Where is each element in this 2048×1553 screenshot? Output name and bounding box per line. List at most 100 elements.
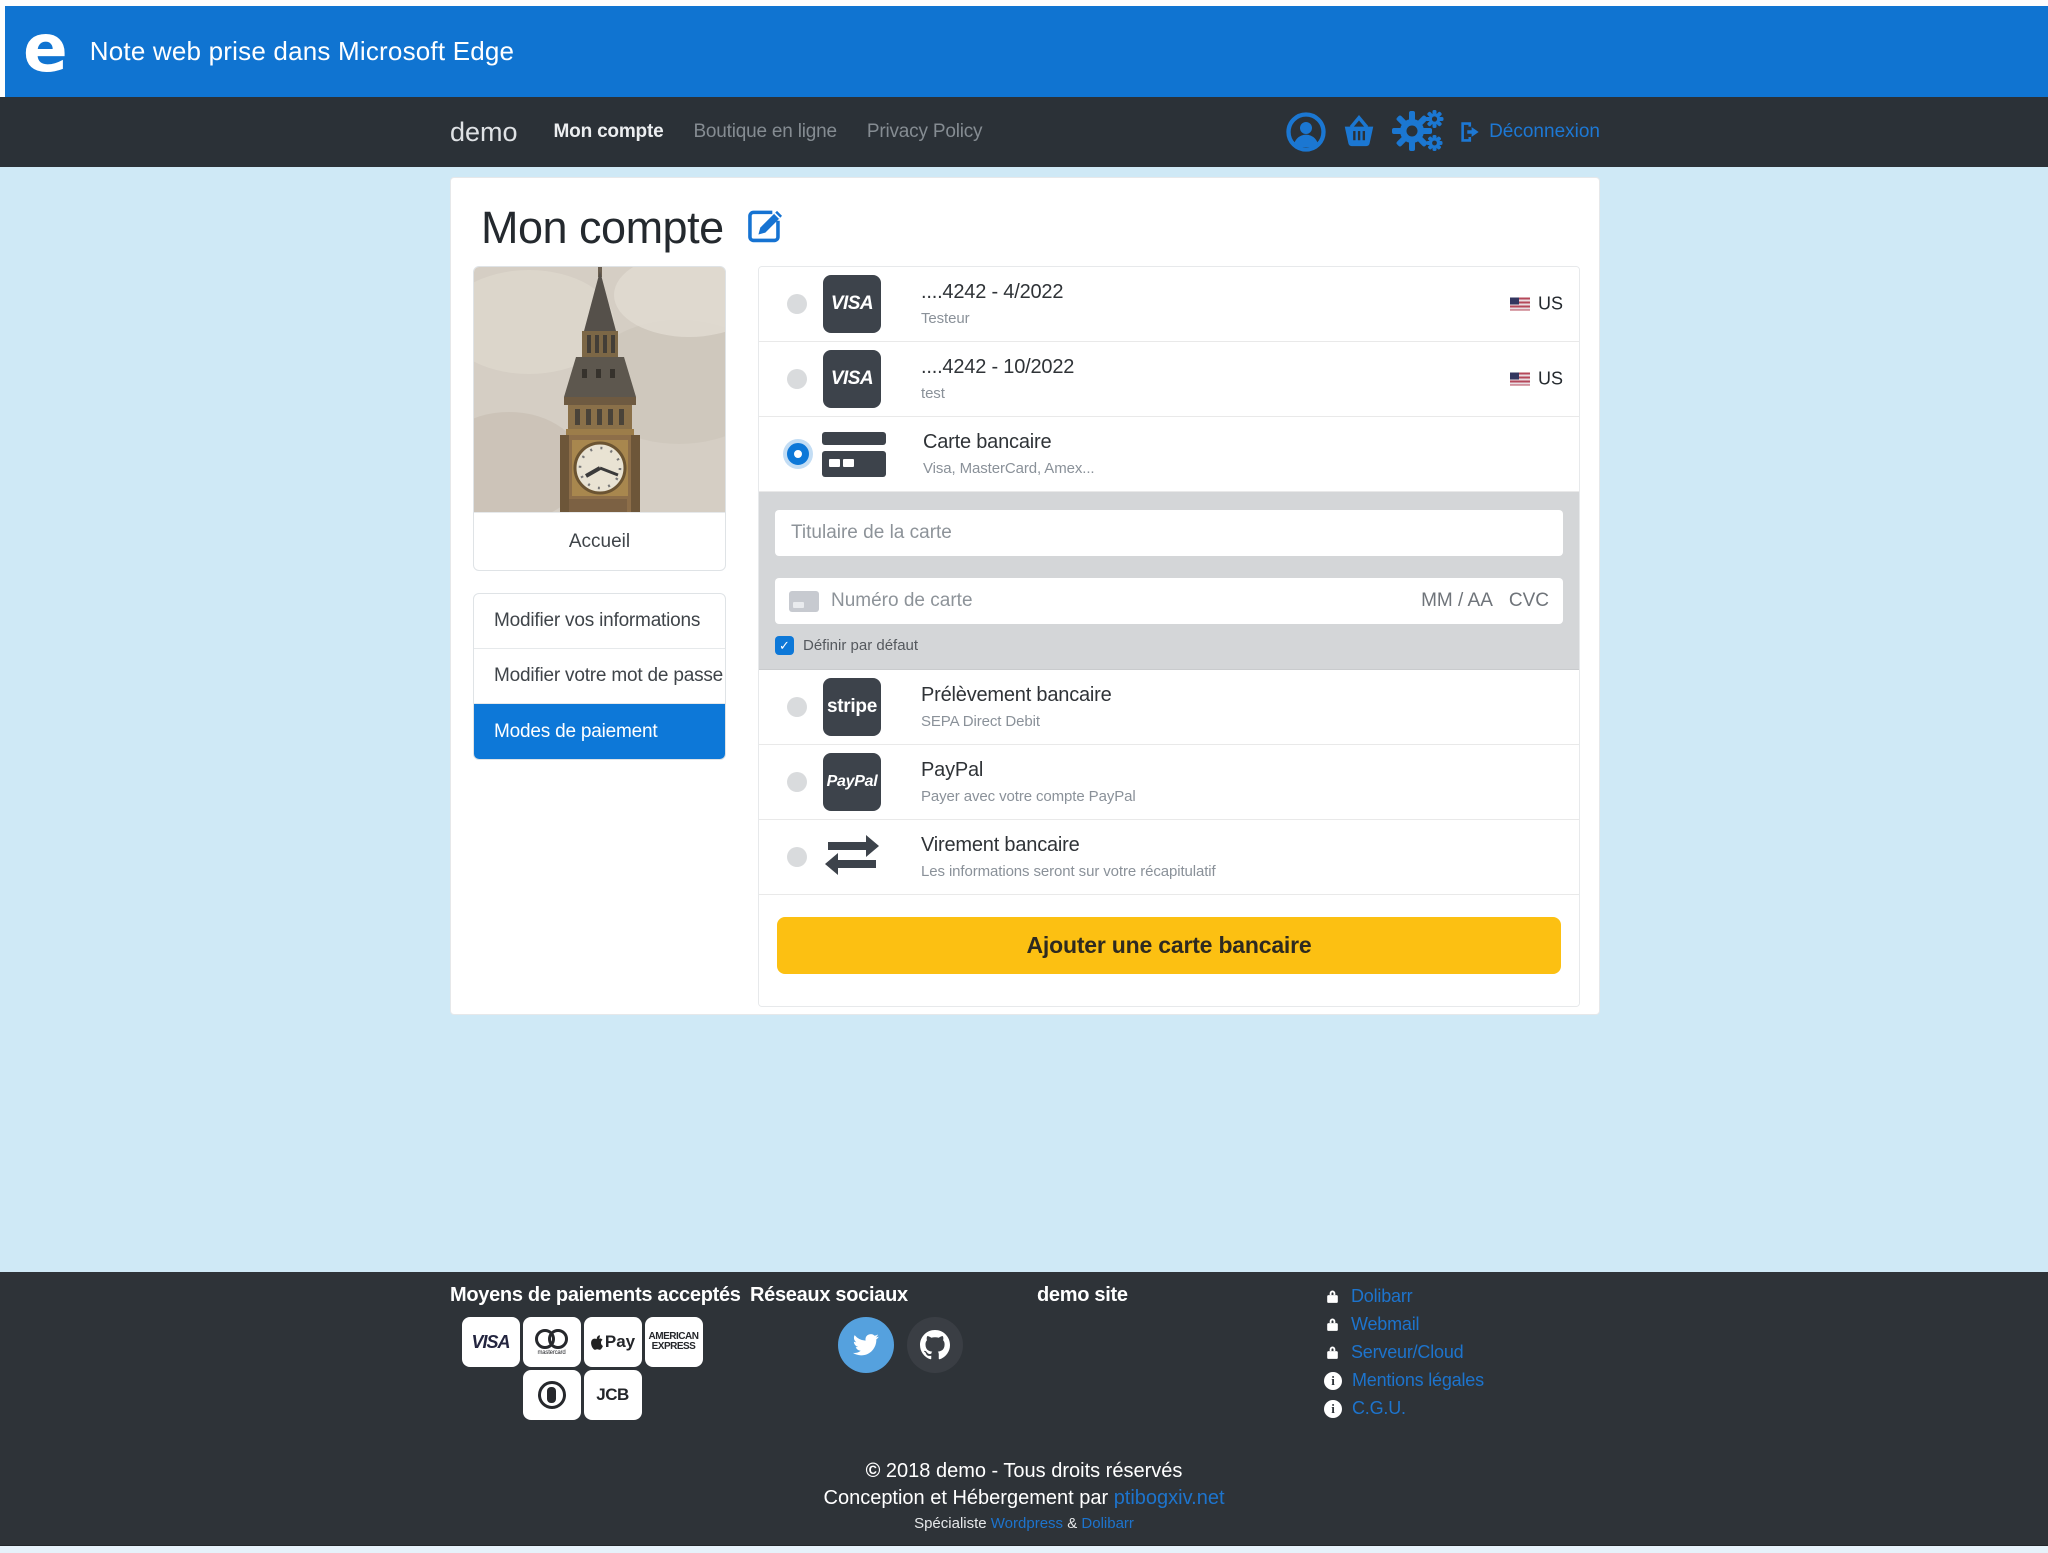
- method-title: Carte bancaire: [923, 431, 1052, 453]
- footer-links-col: Dolibarr Webmail Serveur/Cloud i Mention…: [1324, 1286, 1600, 1426]
- diners-chip-icon: [522, 1370, 581, 1420]
- lock-icon: [1327, 1346, 1338, 1359]
- info-icon: i: [1324, 1371, 1342, 1390]
- card-holder-input[interactable]: [775, 510, 1563, 556]
- add-card-button[interactable]: Ajouter une carte bancaire: [777, 917, 1561, 974]
- card-title: ....4242 - 10/2022: [921, 356, 1075, 378]
- site-nav: demo Mon compte Boutique en ligne Privac…: [0, 97, 2048, 167]
- credit-card-icon: [822, 425, 886, 483]
- checkbox-checked-icon[interactable]: [775, 636, 794, 655]
- dolibarr-link[interactable]: Dolibarr: [1081, 1515, 1134, 1532]
- card-input-icon: [789, 590, 819, 612]
- payment-row-sepa[interactable]: stripe Prélèvement bancaire SEPA Direct …: [759, 670, 1579, 745]
- us-flag-icon: [1509, 297, 1530, 311]
- stripe-badge-icon: stripe: [823, 678, 881, 736]
- payment-row-visa-2[interactable]: VISA ....4242 - 10/2022 test US: [759, 342, 1579, 417]
- page-background: Mon compte Accueil Modifier vos informat…: [0, 167, 2048, 1272]
- edge-banner-title: Note web prise dans Microsoft Edge: [89, 36, 515, 66]
- payment-row-paypal[interactable]: PayPal PayPal Payer avec votre compte Pa…: [759, 745, 1579, 820]
- footer-link-cgu[interactable]: i C.G.U.: [1324, 1398, 1600, 1419]
- account-menu: Modifier vos informations Modifier votre…: [473, 593, 726, 760]
- edge-logo-icon: e: [23, 9, 68, 87]
- menu-item-password[interactable]: Modifier votre mot de passe: [474, 649, 725, 704]
- card-subtitle: test: [921, 385, 945, 402]
- user-account-icon[interactable]: [1286, 112, 1326, 152]
- info-icon: i: [1324, 1399, 1342, 1418]
- nav-item-boutique[interactable]: Boutique en ligne: [693, 121, 837, 143]
- visa-badge-icon: VISA: [823, 275, 881, 333]
- jcb-chip-icon: JCB: [583, 1370, 642, 1420]
- site-footer: Moyens de paiements acceptés VISA master…: [0, 1272, 2048, 1545]
- footer-link-mentions[interactable]: i Mentions légales: [1324, 1370, 1600, 1391]
- method-subtitle: Les informations seront sur votre récapi…: [921, 863, 1216, 880]
- radio-unselected[interactable]: [787, 697, 807, 717]
- lock-icon: [1327, 1290, 1338, 1303]
- sign-out-icon: [1461, 122, 1479, 142]
- payment-row-card[interactable]: Carte bancaire Visa, MasterCard, Amex...: [759, 417, 1579, 492]
- specialist-line: Spécialiste Wordpress & Dolibarr: [914, 1515, 1134, 1532]
- menu-item-informations[interactable]: Modifier vos informations: [474, 594, 725, 649]
- radio-unselected[interactable]: [787, 772, 807, 792]
- method-subtitle: SEPA Direct Debit: [921, 713, 1040, 730]
- payment-row-visa-1[interactable]: VISA ....4242 - 4/2022 Testeur US: [759, 267, 1579, 342]
- method-subtitle: Payer avec votre compte PayPal: [921, 788, 1136, 805]
- account-sidebar: Accueil Modifier vos informations Modifi…: [473, 266, 726, 1007]
- twitter-icon[interactable]: [838, 1317, 894, 1373]
- country-code: US: [1537, 368, 1563, 389]
- footer-link-webmail[interactable]: Webmail: [1324, 1314, 1600, 1335]
- amex-chip-icon: AMERICAN EXPRESS: [644, 1317, 703, 1367]
- account-card: Mon compte Accueil Modifier vos informat…: [450, 177, 1600, 1015]
- site-brand[interactable]: demo: [450, 117, 518, 148]
- conception-line: Conception et Hébergement par ptibogxiv.…: [823, 1487, 1225, 1509]
- copyright-line: © 2018 demo - Tous droits réservés: [865, 1460, 1183, 1482]
- nav-item-privacy[interactable]: Privacy Policy: [867, 121, 983, 143]
- radio-selected[interactable]: [787, 443, 809, 465]
- apple-pay-chip-icon: Pay: [583, 1317, 642, 1367]
- card-number-field[interactable]: MM / AA CVC: [775, 578, 1563, 624]
- footer-social-title: Réseaux sociaux: [750, 1284, 908, 1306]
- card-number-input[interactable]: [831, 590, 1412, 612]
- method-title: PayPal: [921, 759, 984, 781]
- menu-item-payment-modes[interactable]: Modes de paiement: [474, 704, 725, 759]
- page-title: Mon compte: [481, 202, 724, 253]
- footer-payments-title: Moyens de paiements acceptés: [450, 1284, 741, 1306]
- default-card-label: Définir par défaut: [803, 637, 919, 654]
- edit-account-icon[interactable]: [742, 203, 788, 254]
- radio-unselected[interactable]: [787, 847, 807, 867]
- wordpress-link[interactable]: Wordpress: [991, 1515, 1063, 1532]
- logout-button[interactable]: Déconnexion: [1457, 119, 1600, 145]
- transfer-arrows-icon: [820, 833, 884, 881]
- default-card-row[interactable]: Définir par défaut: [775, 636, 1563, 655]
- card-title: ....4242 - 4/2022: [921, 281, 1064, 303]
- payment-row-transfer[interactable]: Virement bancaire Les informations seron…: [759, 820, 1579, 895]
- footer-payments-col: Moyens de paiements acceptés VISA master…: [450, 1284, 750, 1426]
- home-link[interactable]: Accueil: [474, 512, 725, 570]
- settings-gears-icon[interactable]: [1392, 109, 1444, 155]
- cvc-placeholder[interactable]: CVC: [1509, 590, 1549, 612]
- ptibogxiv-link[interactable]: ptibogxiv.net: [1114, 1487, 1225, 1509]
- footer-link-dolibarr[interactable]: Dolibarr: [1324, 1286, 1600, 1307]
- home-card[interactable]: Accueil: [473, 266, 726, 571]
- big-ben-photo: [474, 267, 725, 512]
- mastercard-chip-icon: mastercard: [522, 1317, 581, 1367]
- new-card-form: MM / AA CVC Définir par défaut: [759, 492, 1579, 670]
- method-title: Prélèvement bancaire: [921, 684, 1112, 706]
- visa-chip-icon: VISA: [461, 1317, 520, 1367]
- method-title: Virement bancaire: [921, 834, 1080, 856]
- footer-link-serveur[interactable]: Serveur/Cloud: [1324, 1342, 1600, 1363]
- us-flag-icon: [1509, 372, 1530, 386]
- country-code: US: [1537, 293, 1563, 314]
- logout-label: Déconnexion: [1489, 121, 1600, 142]
- footer-social-col: Réseaux sociaux: [750, 1284, 1037, 1426]
- expiry-placeholder[interactable]: MM / AA: [1421, 590, 1493, 612]
- card-subtitle: Testeur: [921, 310, 970, 327]
- github-icon[interactable]: [907, 1317, 963, 1373]
- nav-item-mon-compte[interactable]: Mon compte: [554, 121, 664, 143]
- payment-methods-panel: VISA ....4242 - 4/2022 Testeur US VISA .…: [758, 266, 1580, 1007]
- radio-unselected[interactable]: [787, 369, 807, 389]
- edge-banner: e Note web prise dans Microsoft Edge: [0, 6, 2048, 97]
- lock-icon: [1327, 1318, 1338, 1331]
- shop-basket-icon[interactable]: [1339, 113, 1379, 151]
- radio-unselected[interactable]: [787, 294, 807, 314]
- copyright-icon: ©: [865, 1460, 881, 1482]
